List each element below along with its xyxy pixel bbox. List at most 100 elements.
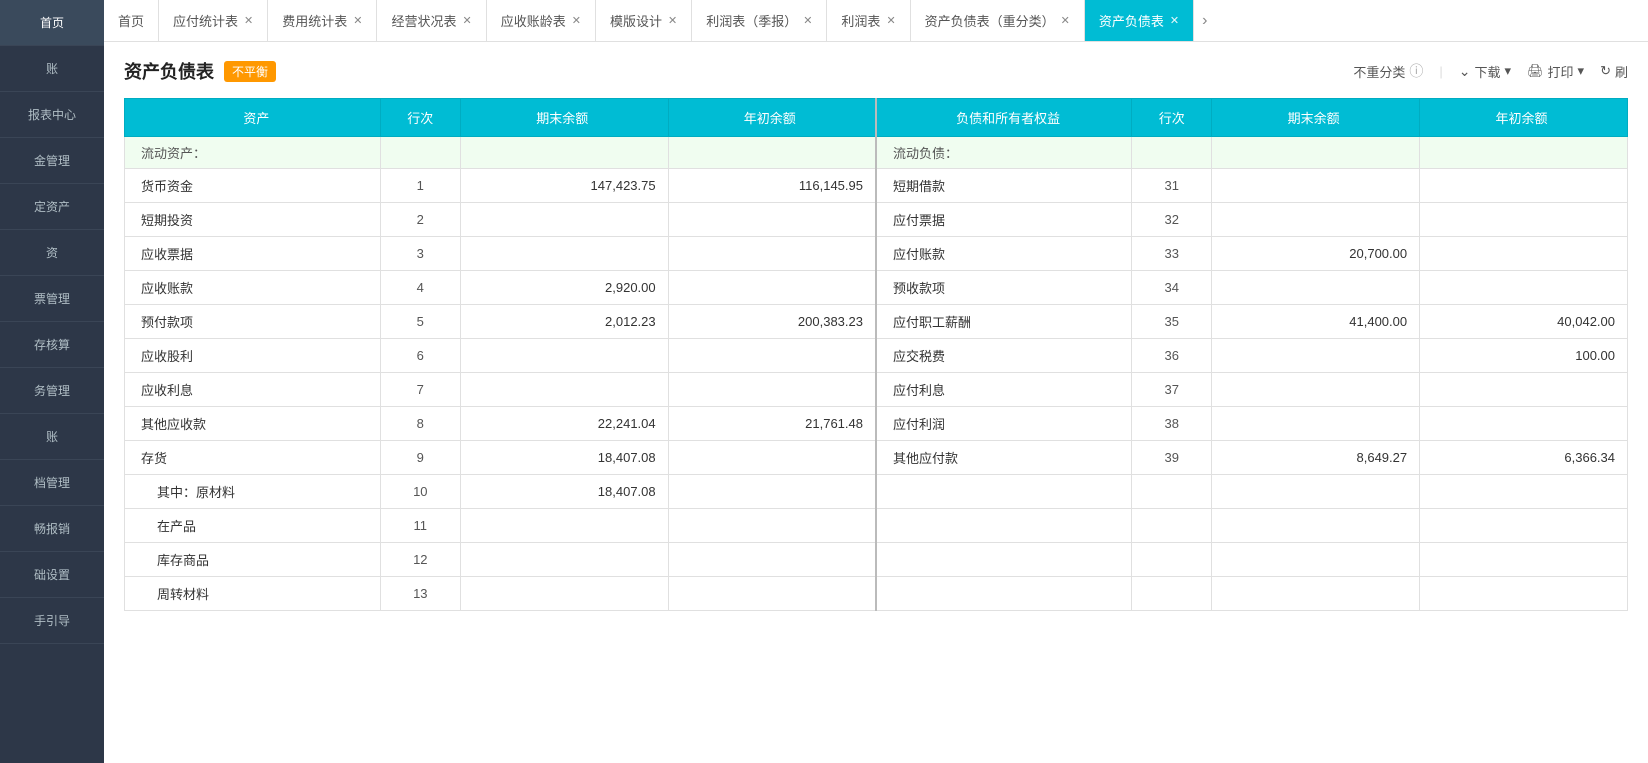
left-ending-amount (460, 543, 668, 577)
page-header: 资产负债表 不平衡 不重分类 ⓘ | ⌄ 下载 ▾ 🖨 打印 ▾ (124, 58, 1628, 84)
sidebar-item-settings[interactable]: 础设置 (0, 552, 104, 598)
tab-operations[interactable]: 经营状况表 ✕ (377, 0, 486, 42)
left-item-label[interactable]: 应收股利 (125, 339, 381, 373)
right-row-num: 36 (1132, 339, 1212, 373)
close-icon[interactable]: ✕ (668, 14, 677, 27)
right-item-label[interactable] (876, 577, 1132, 611)
print-button[interactable]: 🖨 打印 ▾ (1527, 62, 1584, 81)
page-title: 资产负债表 (124, 58, 214, 84)
close-icon[interactable]: ✕ (572, 14, 581, 27)
close-icon[interactable]: ✕ (463, 14, 472, 27)
tab-nav-right-arrow[interactable]: › (1194, 12, 1215, 30)
tab-income-quarterly[interactable]: 利润表（季报） ✕ (692, 0, 827, 42)
close-icon[interactable]: ✕ (886, 14, 895, 27)
left-item-label[interactable]: 其中：原材料 (125, 475, 381, 509)
header-ending-left: 期末余额 (460, 99, 668, 137)
right-beginning-amount (1420, 543, 1628, 577)
tab-template-design[interactable]: 模版设计 ✕ (596, 0, 692, 42)
left-item-label[interactable]: 库存商品 (125, 543, 381, 577)
left-item-label[interactable]: 在产品 (125, 509, 381, 543)
tab-ar-aging[interactable]: 应收账龄表 ✕ (487, 0, 596, 42)
right-row-num: 38 (1132, 407, 1212, 441)
tab-income[interactable]: 利润表 ✕ (827, 0, 910, 42)
sidebar-item-account[interactable]: 账 (0, 414, 104, 460)
left-item-label[interactable]: 预付款项 (125, 305, 381, 339)
tab-home[interactable]: 首页 (104, 0, 159, 42)
close-icon[interactable]: ✕ (353, 14, 362, 27)
content-area: 资产负债表 不平衡 不重分类 ⓘ | ⌄ 下载 ▾ 🖨 打印 ▾ (104, 42, 1648, 763)
left-item-label[interactable]: 其他应收款 (125, 407, 381, 441)
left-item-label[interactable]: 应收利息 (125, 373, 381, 407)
left-row-num: 1 (380, 169, 460, 203)
tab-balance-sheet[interactable]: 资产负债表 ✕ (1085, 0, 1194, 42)
left-beginning-amount: 21,761.48 (668, 407, 876, 441)
right-item-label[interactable]: 其他应付款 (876, 441, 1132, 475)
left-beginning-amount (668, 203, 876, 237)
sidebar-item-archive[interactable]: 档管理 (0, 460, 104, 506)
close-icon[interactable]: ✕ (803, 14, 812, 27)
right-row-num: 31 (1132, 169, 1212, 203)
right-item-label[interactable]: 应付职工薪酬 (876, 305, 1132, 339)
right-beginning-amount (1420, 271, 1628, 305)
sidebar-item-tax[interactable]: 务管理 (0, 368, 104, 414)
close-icon[interactable]: ✕ (244, 14, 253, 27)
tab-expense-stats[interactable]: 费用统计表 ✕ (268, 0, 377, 42)
left-item-label[interactable]: 应收账款 (125, 271, 381, 305)
sidebar-item-bills[interactable]: 票管理 (0, 276, 104, 322)
download-button[interactable]: ⌄ 下载 ▾ (1459, 62, 1511, 81)
table-row: 应收账款 4 2,920.00 预收款项 34 (125, 271, 1628, 305)
right-item-label[interactable]: 应付票据 (876, 203, 1132, 237)
right-beginning-amount: 40,042.00 (1420, 305, 1628, 339)
left-item-label[interactable]: 短期投资 (125, 203, 381, 237)
tab-balance-reclassified[interactable]: 资产负债表（重分类） ✕ (911, 0, 1085, 42)
close-icon[interactable]: ✕ (1061, 14, 1070, 27)
left-beginning-amount (668, 237, 876, 271)
right-beginning-amount (1420, 203, 1628, 237)
sidebar-item-expense[interactable]: 畅报销 (0, 506, 104, 552)
left-item-label[interactable]: 周转材料 (125, 577, 381, 611)
right-ending-amount (1212, 475, 1420, 509)
header-row-left: 行次 (380, 99, 460, 137)
right-item-label[interactable]: 短期借款 (876, 169, 1132, 203)
right-beginning-amount (1420, 475, 1628, 509)
refresh-button[interactable]: ↻ 刷 (1600, 62, 1628, 81)
sidebar-item-assets[interactable]: 定资产 (0, 184, 104, 230)
refresh-icon: ↻ (1600, 63, 1611, 79)
right-item-label[interactable] (876, 543, 1132, 577)
left-ending-amount (460, 203, 668, 237)
left-row-num: 12 (380, 543, 460, 577)
right-row-num: 37 (1132, 373, 1212, 407)
right-item-label[interactable] (876, 475, 1132, 509)
close-icon[interactable]: ✕ (1170, 14, 1179, 27)
right-ending-amount: 41,400.00 (1212, 305, 1420, 339)
chevron-down-icon: ▾ (1504, 63, 1511, 79)
header-row-right: 行次 (1132, 99, 1212, 137)
sidebar-item-reports[interactable]: 报表中心 (0, 92, 104, 138)
left-item-label[interactable]: 货币资金 (125, 169, 381, 203)
category-select[interactable]: 不重分类 ⓘ (1353, 61, 1423, 81)
left-ending-amount (460, 577, 668, 611)
right-item-label[interactable]: 应交税费 (876, 339, 1132, 373)
right-item-label[interactable]: 应付利息 (876, 373, 1132, 407)
sidebar-item-invest[interactable]: 资 (0, 230, 104, 276)
sidebar-item-cash[interactable]: 金管理 (0, 138, 104, 184)
right-row-num (1132, 509, 1212, 543)
right-item-label[interactable]: 应付账款 (876, 237, 1132, 271)
sidebar-item-home[interactable]: 首页 (0, 0, 104, 46)
sidebar-item-ledger[interactable]: 账 (0, 46, 104, 92)
ending-left (460, 137, 668, 169)
left-beginning-amount (668, 543, 876, 577)
table-row: 应收利息 7 应付利息 37 (125, 373, 1628, 407)
header-liability: 负债和所有者权益 (876, 99, 1132, 137)
right-beginning-amount: 100.00 (1420, 339, 1628, 373)
right-item-label[interactable]: 预收款项 (876, 271, 1132, 305)
sidebar-item-inventory[interactable]: 存核算 (0, 322, 104, 368)
left-item-label[interactable]: 应收票据 (125, 237, 381, 271)
right-item-label[interactable] (876, 509, 1132, 543)
left-item-label[interactable]: 存货 (125, 441, 381, 475)
left-row-num: 6 (380, 339, 460, 373)
left-row-num: 7 (380, 373, 460, 407)
tab-payable-stats[interactable]: 应付统计表 ✕ (159, 0, 268, 42)
sidebar-item-guide[interactable]: 手引导 (0, 598, 104, 644)
right-item-label[interactable]: 应付利润 (876, 407, 1132, 441)
